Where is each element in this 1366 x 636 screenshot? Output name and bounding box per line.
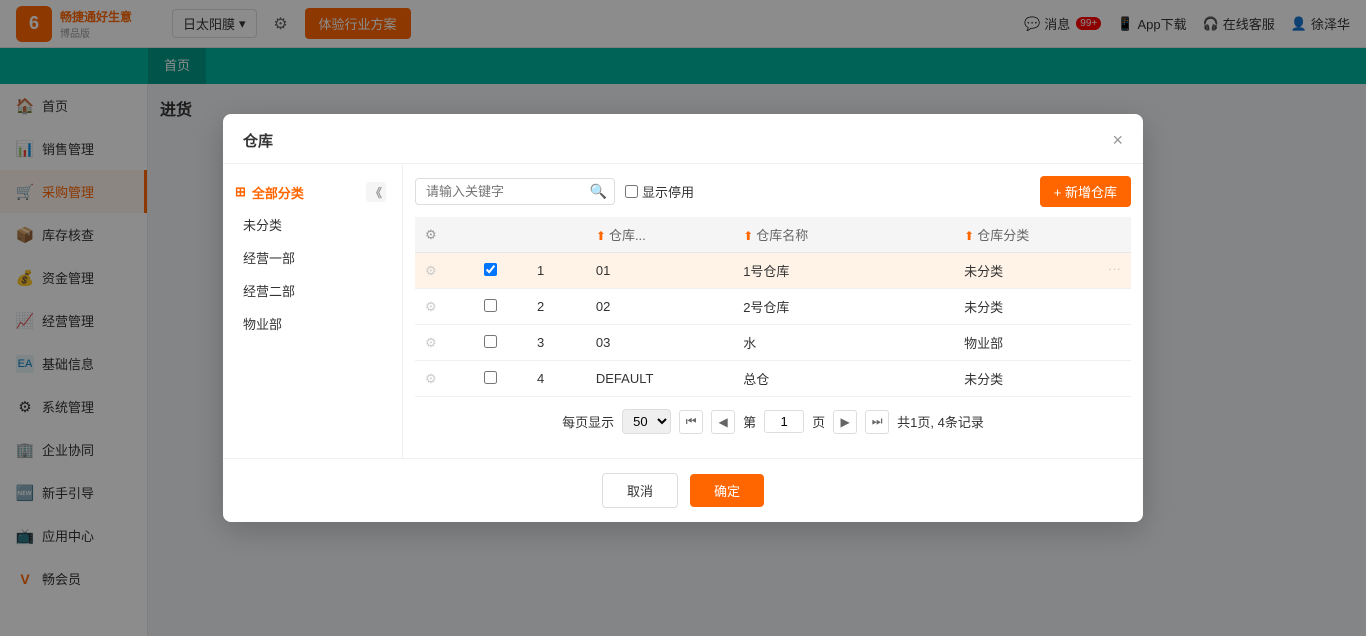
row-gear-cell[interactable]: ⚙ bbox=[415, 325, 474, 361]
row-checkbox-cell[interactable] bbox=[474, 253, 527, 289]
tree-item-ops1[interactable]: 经营一部 bbox=[223, 241, 402, 274]
table-row[interactable]: ⚙ 2 02 2号仓库 未分类 bbox=[415, 289, 1131, 325]
tree-all-category[interactable]: ⊞ 全部分类 《 bbox=[223, 176, 402, 208]
first-page-button[interactable]: ⏮ bbox=[679, 410, 703, 434]
row-code-cell: DEFAULT bbox=[586, 361, 733, 397]
table-header-row: ⚙ ⬆仓库... ⬆仓库名称 ⬆仓库分类 bbox=[415, 217, 1131, 253]
row-checkbox-cell[interactable] bbox=[474, 325, 527, 361]
close-icon[interactable]: × bbox=[1112, 130, 1123, 151]
th-name[interactable]: ⬆仓库名称 bbox=[733, 217, 954, 253]
th-check bbox=[474, 217, 527, 253]
row-code-cell: 02 bbox=[586, 289, 733, 325]
search-icon[interactable]: 🔍 bbox=[590, 183, 607, 200]
row-category-cell: 未分类 bbox=[954, 361, 1131, 397]
row-num-cell: 1 bbox=[527, 253, 586, 289]
row-category-cell: 未分类··· bbox=[954, 253, 1131, 289]
row-checkbox[interactable] bbox=[484, 299, 497, 312]
row-checkbox[interactable] bbox=[484, 335, 497, 348]
row-checkbox-cell[interactable] bbox=[474, 361, 527, 397]
modal-title: 仓库 bbox=[243, 130, 273, 151]
th-gear: ⚙ bbox=[415, 217, 474, 253]
pagination: 每页显示 50 ⏮ ◀ 第 页 ▶ ⏭ 共1页, 4条记录 bbox=[415, 397, 1131, 446]
row-name-cell: 1号仓库 bbox=[733, 253, 954, 289]
row-checkbox[interactable] bbox=[484, 371, 497, 384]
next-page-button[interactable]: ▶ bbox=[833, 410, 857, 434]
show-disabled-label[interactable]: 显示停用 bbox=[625, 182, 694, 201]
row-num-cell: 2 bbox=[527, 289, 586, 325]
table-row[interactable]: ⚙ 3 03 水 物业部 bbox=[415, 325, 1131, 361]
modal-footer: 取消 确定 bbox=[223, 458, 1143, 522]
row-category-cell: 未分类 bbox=[954, 289, 1131, 325]
show-disabled-checkbox[interactable] bbox=[625, 185, 638, 198]
th-num bbox=[527, 217, 586, 253]
cancel-button[interactable]: 取消 bbox=[602, 473, 678, 508]
tree-collapse-button[interactable]: 《 bbox=[366, 182, 386, 202]
row-more-btn[interactable]: ··· bbox=[1108, 261, 1121, 276]
tree-panel: ⊞ 全部分类 《 未分类 经营一部 经营二部 物业部 bbox=[223, 164, 403, 458]
tree-item-ops2[interactable]: 经营二部 bbox=[223, 274, 402, 307]
warehouse-table: ⚙ ⬆仓库... ⬆仓库名称 ⬆仓库分类 bbox=[415, 217, 1131, 397]
page-input[interactable] bbox=[764, 410, 804, 433]
search-wrap: 🔍 bbox=[415, 178, 615, 205]
row-name-cell: 总仓 bbox=[733, 361, 954, 397]
th-code[interactable]: ⬆仓库... bbox=[586, 217, 733, 253]
table-row[interactable]: ⚙ 1 01 1号仓库 未分类··· bbox=[415, 253, 1131, 289]
row-checkbox-cell[interactable] bbox=[474, 289, 527, 325]
table-row[interactable]: ⚙ 4 DEFAULT 总仓 未分类 bbox=[415, 361, 1131, 397]
confirm-button[interactable]: 确定 bbox=[690, 474, 764, 507]
row-gear-cell[interactable]: ⚙ bbox=[415, 253, 474, 289]
table-panel: 🔍 显示停用 + 新增仓库 ⚙ bbox=[403, 164, 1143, 458]
search-input[interactable] bbox=[415, 178, 615, 205]
modal-body: ⊞ 全部分类 《 未分类 经营一部 经营二部 物业部 🔍 bbox=[223, 164, 1143, 458]
row-checkbox[interactable] bbox=[484, 263, 497, 276]
row-category-cell: 物业部 bbox=[954, 325, 1131, 361]
row-code-cell: 01 bbox=[586, 253, 733, 289]
modal-overlay: 仓库 × ⊞ 全部分类 《 未分类 经营一部 经营二部 物业部 bbox=[0, 0, 1366, 636]
modal-header: 仓库 × bbox=[223, 114, 1143, 164]
row-name-cell: 2号仓库 bbox=[733, 289, 954, 325]
last-page-button[interactable]: ⏭ bbox=[865, 410, 889, 434]
grid-icon: ⊞ bbox=[235, 184, 246, 200]
tree-item-unclassified[interactable]: 未分类 bbox=[223, 208, 402, 241]
prev-page-button[interactable]: ◀ bbox=[711, 410, 735, 434]
table-body: ⚙ 1 01 1号仓库 未分类··· ⚙ 2 02 2号仓库 未分类 ⚙ 3 0… bbox=[415, 253, 1131, 397]
warehouse-modal: 仓库 × ⊞ 全部分类 《 未分类 经营一部 经营二部 物业部 bbox=[223, 114, 1143, 522]
table-toolbar: 🔍 显示停用 + 新增仓库 bbox=[415, 176, 1131, 207]
add-warehouse-button[interactable]: + 新增仓库 bbox=[1040, 176, 1131, 207]
row-name-cell: 水 bbox=[733, 325, 954, 361]
page-size-select[interactable]: 50 bbox=[622, 409, 671, 434]
th-category[interactable]: ⬆仓库分类 bbox=[954, 217, 1131, 253]
row-code-cell: 03 bbox=[586, 325, 733, 361]
row-num-cell: 3 bbox=[527, 325, 586, 361]
row-gear-cell[interactable]: ⚙ bbox=[415, 361, 474, 397]
row-num-cell: 4 bbox=[527, 361, 586, 397]
tree-item-property[interactable]: 物业部 bbox=[223, 307, 402, 340]
row-gear-cell[interactable]: ⚙ bbox=[415, 289, 474, 325]
